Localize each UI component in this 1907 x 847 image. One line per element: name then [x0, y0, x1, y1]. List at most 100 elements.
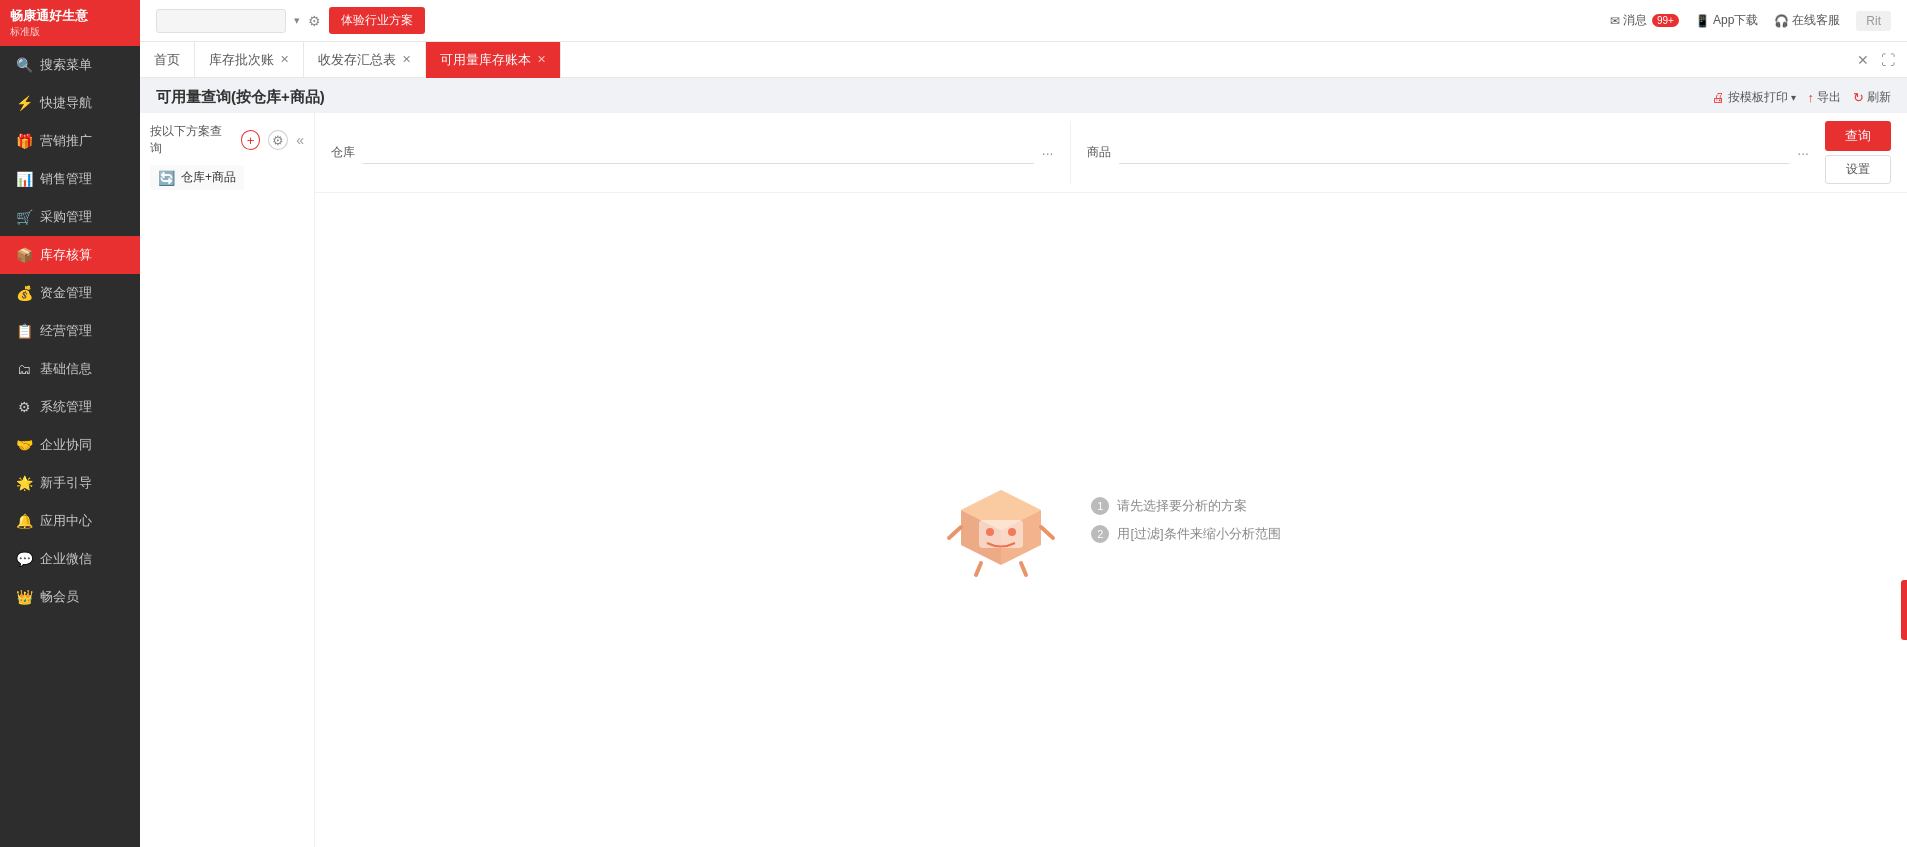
sidebar-scroll: 🔍 搜索菜单 ⚡ 快捷导航 🎁 营销推广 📊 销售管理 🛒 采购管理 📦 库存核…	[0, 46, 140, 847]
sidebar-item-apps[interactable]: 🔔 应用中心	[0, 502, 140, 540]
topbar: ▾ ⚙ 体验行业方案 ✉ 消息 99+ 📱 App下载 🎧 在线客服 Rit	[140, 0, 1907, 42]
tab-label: 可用量库存账本	[440, 51, 531, 69]
warehouse-more-icon[interactable]: ···	[1042, 145, 1054, 161]
svg-line-10	[1041, 527, 1053, 538]
tab-expand-icon[interactable]: ⛶	[1877, 48, 1899, 72]
export-action[interactable]: ↑ 导出	[1808, 89, 1842, 106]
sidebar-item-marketing[interactable]: 🎁 营销推广	[0, 122, 140, 160]
collapse-arrow-icon[interactable]: «	[296, 132, 304, 148]
print-template-label: 按模板打印	[1728, 89, 1788, 106]
topbar-search-input[interactable]	[156, 9, 286, 33]
lightning-icon: ⚡	[16, 95, 32, 111]
phone-icon: 📱	[1695, 14, 1710, 28]
scheme-settings-button[interactable]: ⚙	[268, 130, 288, 150]
sidebar-item-finance[interactable]: 💰 资金管理	[0, 274, 140, 312]
tabs-bar: 首页 库存批次账 ✕ 收发存汇总表 ✕ 可用量库存账本 ✕ ✕ ⛶	[140, 42, 1907, 78]
product-input[interactable]	[1119, 141, 1790, 164]
sidebar-item-label: 应用中心	[40, 512, 92, 530]
topbar-left: ▾ ⚙ 体验行业方案	[156, 7, 425, 34]
message-icon: ✉	[1610, 14, 1620, 28]
export-icon: ↑	[1808, 90, 1815, 105]
content-area: 按以下方案查询 + ⚙ « 🔄 仓库+商品 仓库 ···	[140, 113, 1907, 847]
app-download-label: App下载	[1713, 12, 1758, 29]
sidebar-item-label: 营销推广	[40, 132, 92, 150]
sidebar-item-search[interactable]: 🔍 搜索菜单	[0, 46, 140, 84]
refresh-action[interactable]: ↻ 刷新	[1853, 89, 1891, 106]
print-dropdown-icon[interactable]: ▾	[1791, 92, 1796, 103]
sidebar-item-purchase[interactable]: 🛒 采购管理	[0, 198, 140, 236]
settings-button[interactable]: 设置	[1825, 155, 1891, 184]
right-panel: 仓库 ··· 商品 ··· 查询 设置	[315, 113, 1907, 847]
print-template-action[interactable]: 🖨 按模板打印 ▾	[1712, 89, 1796, 106]
sidebar-item-newbie[interactable]: 🌟 新手引导	[0, 464, 140, 502]
sidebar-item-operation[interactable]: 📋 经营管理	[0, 312, 140, 350]
page-content: 可用量查询(按仓库+商品) 🖨 按模板打印 ▾ ↑ 导出 ↻ 刷新	[140, 78, 1907, 847]
folder-icon: 🗂	[16, 361, 32, 377]
tabs-right: ✕ ⛶	[1853, 48, 1907, 72]
sidebar-item-member[interactable]: 👑 畅会员	[0, 578, 140, 616]
online-service-item[interactable]: 🎧 在线客服	[1774, 12, 1840, 29]
tab-label: 收发存汇总表	[318, 51, 396, 69]
sidebar-item-basic[interactable]: 🗂 基础信息	[0, 350, 140, 388]
sidebar-logo: 畅康通好生意 标准版	[0, 0, 140, 46]
cart-icon: 🛒	[16, 209, 32, 225]
user-avatar[interactable]: Rit	[1856, 11, 1891, 31]
sidebar-item-label: 系统管理	[40, 398, 92, 416]
app-version: 标准版	[10, 25, 130, 38]
main-area: ▾ ⚙ 体验行业方案 ✉ 消息 99+ 📱 App下载 🎧 在线客服 Rit 首…	[140, 0, 1907, 847]
sidebar-item-inventory[interactable]: 📦 库存核算	[0, 236, 140, 274]
tab-inventory-batch[interactable]: 库存批次账 ✕	[195, 42, 304, 78]
scheme-item-label: 仓库+商品	[181, 169, 236, 186]
sidebar: 畅康通好生意 标准版 🔍 搜索菜单 ⚡ 快捷导航 🎁 营销推广 📊 销售管理 🛒…	[0, 0, 140, 847]
box-icon: 📦	[16, 247, 32, 263]
svg-line-8	[1021, 563, 1026, 575]
dropdown-icon[interactable]: ▾	[294, 14, 300, 27]
message-item[interactable]: ✉ 消息 99+	[1610, 12, 1679, 29]
scheme-item-warehouse-product[interactable]: 🔄 仓库+商品	[150, 165, 244, 190]
query-scheme-header-label: 按以下方案查询	[150, 123, 233, 157]
tab-label: 库存批次账	[209, 51, 274, 69]
headset-icon: 🎧	[1774, 14, 1789, 28]
search-icon: 🔍	[16, 57, 32, 73]
star-icon: 🌟	[16, 475, 32, 491]
sidebar-item-corp[interactable]: 🤝 企业协同	[0, 426, 140, 464]
sidebar-item-label: 经营管理	[40, 322, 92, 340]
sidebar-item-shortcut[interactable]: ⚡ 快捷导航	[0, 84, 140, 122]
tab-close-icon[interactable]: ✕	[402, 53, 411, 66]
experience-industry-button[interactable]: 体验行业方案	[329, 7, 425, 34]
add-scheme-button[interactable]: +	[241, 130, 261, 150]
tab-receive-summary[interactable]: 收发存汇总表 ✕	[304, 42, 426, 78]
query-panel-header: 按以下方案查询 + ⚙ «	[140, 123, 314, 157]
app-download-item[interactable]: 📱 App下载	[1695, 12, 1758, 29]
sidebar-item-label: 快捷导航	[40, 94, 92, 112]
message-label: 消息	[1623, 12, 1647, 29]
tab-available-ledger[interactable]: 可用量库存账本 ✕	[426, 42, 561, 78]
tab-close-icon[interactable]: ✕	[280, 53, 289, 66]
tab-close-icon[interactable]: ✕	[537, 53, 546, 66]
topbar-right: ✉ 消息 99+ 📱 App下载 🎧 在线客服 Rit	[1610, 11, 1891, 31]
empty-state: 1 请先选择要分析的方案 2 用[过滤]条件来缩小分析范围	[315, 193, 1907, 847]
page-header-actions: 🖨 按模板打印 ▾ ↑ 导出 ↻ 刷新	[1712, 89, 1892, 106]
sidebar-item-sales[interactable]: 📊 销售管理	[0, 160, 140, 198]
sidebar-item-label: 企业协同	[40, 436, 92, 454]
sidebar-item-label: 销售管理	[40, 170, 92, 188]
clipboard-icon: 📋	[16, 323, 32, 339]
product-more-icon[interactable]: ···	[1797, 145, 1809, 161]
sidebar-item-label: 采购管理	[40, 208, 92, 226]
chat-icon: 💬	[16, 551, 32, 567]
topbar-gear-icon[interactable]: ⚙	[308, 13, 321, 29]
empty-tips: 1 请先选择要分析的方案 2 用[过滤]条件来缩小分析范围	[1091, 497, 1280, 543]
crown-icon: 👑	[16, 589, 32, 605]
empty-tip-2: 2 用[过滤]条件来缩小分析范围	[1091, 525, 1280, 543]
sidebar-item-system[interactable]: ⚙ 系统管理	[0, 388, 140, 426]
tab-home[interactable]: 首页	[140, 42, 195, 78]
page-header: 可用量查询(按仓库+商品) 🖨 按模板打印 ▾ ↑ 导出 ↻ 刷新	[140, 78, 1907, 113]
warehouse-input[interactable]	[363, 141, 1034, 164]
tab-close-main-icon[interactable]: ✕	[1853, 48, 1873, 72]
print-icon: 🖨	[1712, 90, 1725, 105]
sidebar-item-wechat[interactable]: 💬 企业微信	[0, 540, 140, 578]
tip-2-text: 用[过滤]条件来缩小分析范围	[1117, 525, 1280, 543]
sidebar-item-label: 畅会员	[40, 588, 79, 606]
chart-icon: 📊	[16, 171, 32, 187]
query-button[interactable]: 查询	[1825, 121, 1891, 151]
